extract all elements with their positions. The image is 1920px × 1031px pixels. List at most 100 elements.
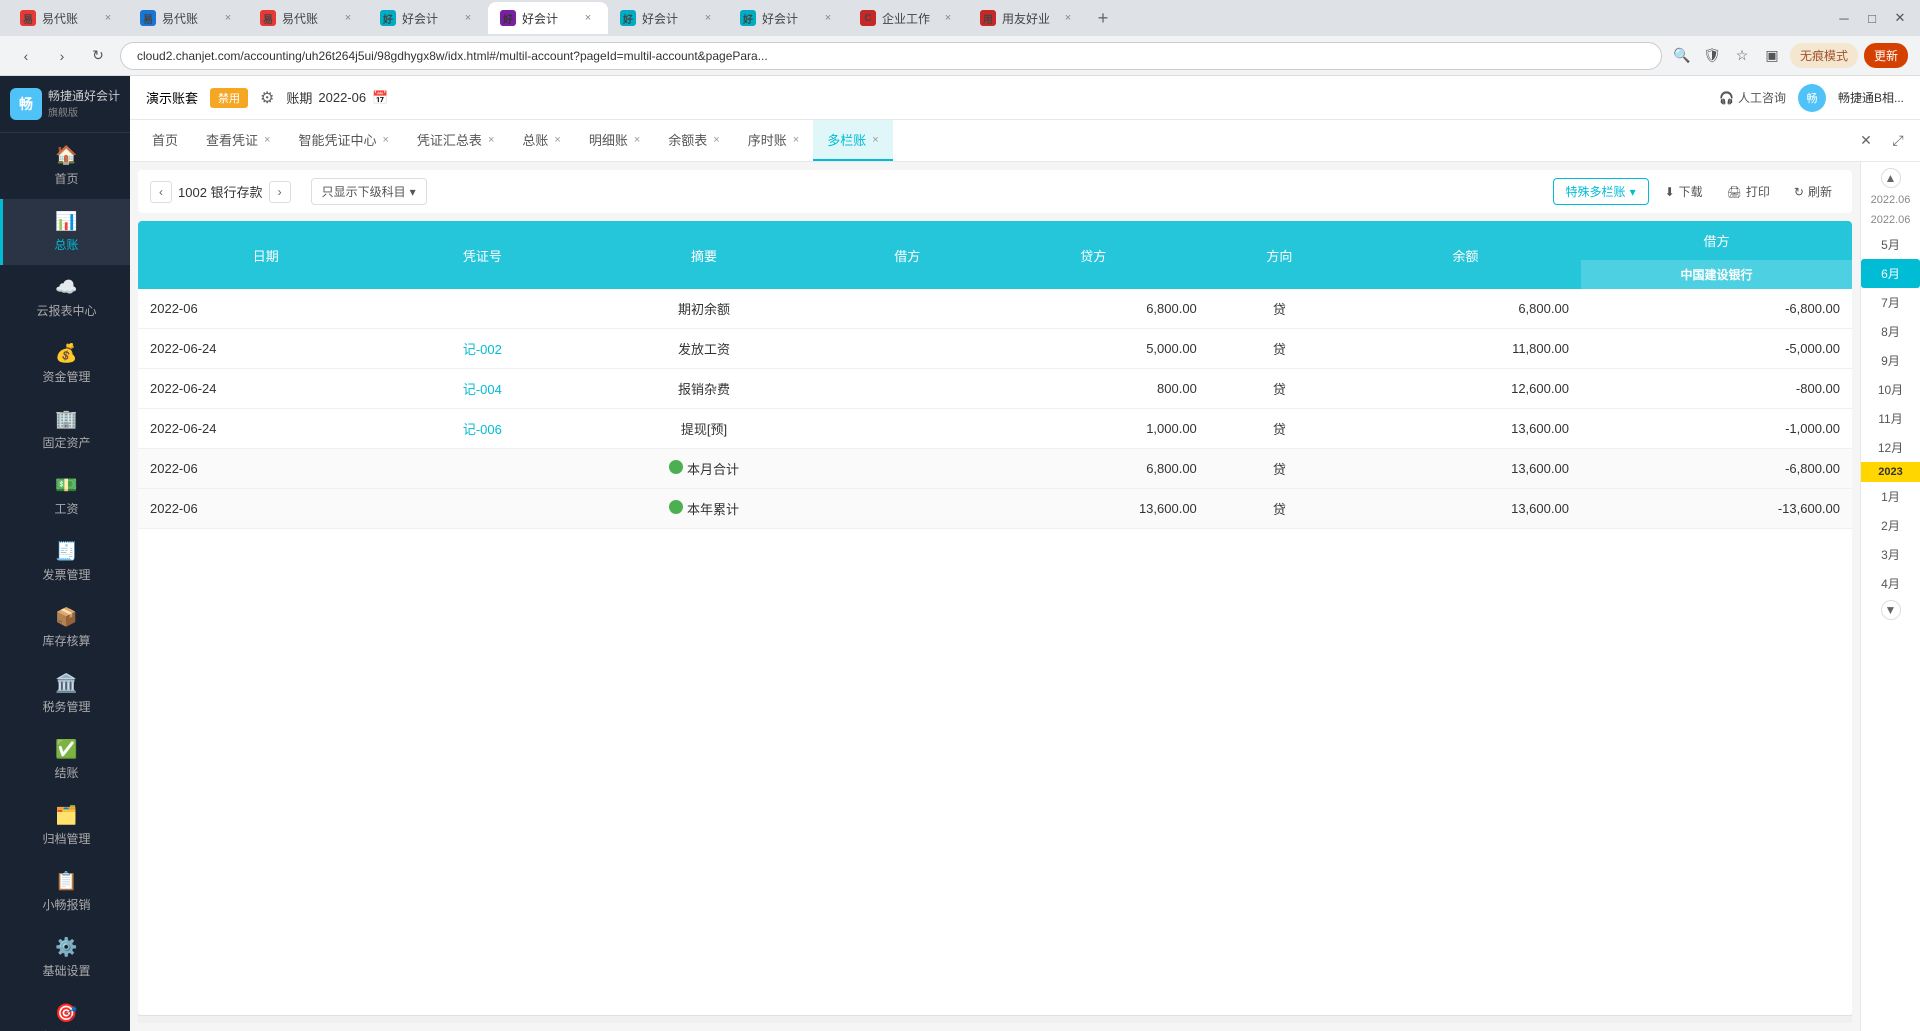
sidebar-item-guide[interactable]: 🎯 新手引导 xyxy=(0,991,130,1031)
calendar-icon[interactable]: 📅 xyxy=(372,90,388,106)
topbar-settings-icon[interactable]: ⚙ xyxy=(260,88,274,108)
row-summary: 本月合计 xyxy=(571,449,836,489)
tab-balance[interactable]: 余额表 × xyxy=(654,120,733,161)
tab-journal[interactable]: 序时账 × xyxy=(734,120,813,161)
update-button[interactable]: 更新 xyxy=(1864,43,1908,68)
tab-multi-column-close[interactable]: × xyxy=(872,134,878,146)
tab-smart-voucher-close[interactable]: × xyxy=(382,134,388,146)
sidebar-item-invoice[interactable]: 🧾 发票管理 xyxy=(0,529,130,595)
tab-home[interactable]: 首页 xyxy=(138,120,192,161)
cal-month-september[interactable]: 9月 xyxy=(1861,346,1920,375)
expand-panel-button[interactable]: ⤢ xyxy=(1884,127,1912,155)
tab-detail-ledger-close[interactable]: × xyxy=(634,134,640,146)
tab-8-close[interactable]: × xyxy=(940,10,956,26)
close-panel-button[interactable]: ✕ xyxy=(1852,127,1880,155)
tab-1[interactable]: 易 易代账 × xyxy=(8,2,128,34)
sidebar-item-expense[interactable]: 📋 小畅报销 xyxy=(0,859,130,925)
wuhen-mode-button[interactable]: 无痕模式 xyxy=(1790,43,1858,68)
tab-7[interactable]: 好 好会计 × xyxy=(728,2,848,34)
cal-month-november[interactable]: 11月 xyxy=(1861,404,1920,433)
sidebar-toggle-icon[interactable]: ▣ xyxy=(1760,44,1784,68)
sidebar-item-archive[interactable]: 🗂️ 归档管理 xyxy=(0,793,130,859)
cal-year-2023[interactable]: 2023 xyxy=(1861,462,1920,482)
bottom-scrollbar[interactable] xyxy=(138,1015,1852,1023)
download-icon: ⬇ xyxy=(1665,185,1675,199)
sidebar-item-payroll[interactable]: 💵 工资 xyxy=(0,463,130,529)
cal-month-jan[interactable]: 1月 xyxy=(1861,482,1920,511)
voucher-link[interactable]: 记-004 xyxy=(463,382,502,397)
cal-month-august[interactable]: 8月 xyxy=(1861,317,1920,346)
cal-month-june[interactable]: 6月 xyxy=(1861,259,1920,288)
tab-voucher-summary-close[interactable]: × xyxy=(488,134,494,146)
back-button[interactable]: ‹ xyxy=(12,42,40,70)
tab-6-close[interactable]: × xyxy=(700,10,716,26)
row-direction: 贷 xyxy=(1209,369,1350,409)
home-icon: 🏠 xyxy=(55,145,77,166)
consult-button[interactable]: 🎧 人工咨询 xyxy=(1719,89,1786,106)
download-button[interactable]: ⬇ 下载 xyxy=(1657,179,1711,204)
voucher-link[interactable]: 记-006 xyxy=(463,422,502,437)
sidebar-item-home[interactable]: 🏠 首页 xyxy=(0,133,130,199)
search-icon[interactable]: 🔍 xyxy=(1670,44,1694,68)
sidebar-item-inventory[interactable]: 📦 库存核算 xyxy=(0,595,130,661)
sidebar-item-funds[interactable]: 💰 资金管理 xyxy=(0,331,130,397)
cal-month-july[interactable]: 7月 xyxy=(1861,288,1920,317)
cal-month-mar[interactable]: 3月 xyxy=(1861,540,1920,569)
tab-balance-close[interactable]: × xyxy=(713,134,719,146)
star-icon[interactable]: ☆ xyxy=(1730,44,1754,68)
tab-2-close[interactable]: × xyxy=(220,10,236,26)
voucher-link[interactable]: 记-002 xyxy=(463,342,502,357)
sidebar-item-close[interactable]: ✅ 结账 xyxy=(0,727,130,793)
tab-voucher-summary[interactable]: 凭证汇总表 × xyxy=(403,120,508,161)
maximize-button[interactable]: □ xyxy=(1860,6,1884,30)
prev-account-button[interactable]: ‹ xyxy=(150,181,172,203)
refresh-button[interactable]: ↻ xyxy=(84,42,112,70)
tab-4-close[interactable]: × xyxy=(460,10,476,26)
cal-month-apr[interactable]: 4月 xyxy=(1861,569,1920,598)
sidebar-item-assets[interactable]: 🏢 固定资产 xyxy=(0,397,130,463)
sidebar-item-ledger[interactable]: 📊 总账 xyxy=(0,199,130,265)
tab-2[interactable]: 易 易代账 × xyxy=(128,2,248,34)
tab-general-ledger[interactable]: 总账 × xyxy=(508,120,574,161)
print-button[interactable]: 🖨 打印 xyxy=(1719,179,1778,204)
sidebar-item-settings[interactable]: ⚙️ 基础设置 xyxy=(0,925,130,991)
calendar-up-button[interactable]: ▲ xyxy=(1881,168,1901,188)
refresh-btn[interactable]: ↻ 刷新 xyxy=(1786,179,1840,204)
tab-general-ledger-close[interactable]: × xyxy=(554,134,560,146)
payroll-icon: 💵 xyxy=(55,475,77,496)
sidebar-item-tax[interactable]: 🏛️ 税务管理 xyxy=(0,661,130,727)
calendar-down-button[interactable]: ▼ xyxy=(1881,600,1901,620)
address-input[interactable]: cloud2.chanjet.com/accounting/uh26t264j5… xyxy=(120,42,1662,70)
add-tab-button[interactable]: + xyxy=(1088,3,1118,33)
close-button[interactable]: ✕ xyxy=(1888,6,1912,30)
tab-5-close[interactable]: × xyxy=(580,10,596,26)
forward-button[interactable]: › xyxy=(48,42,76,70)
tab-1-close[interactable]: × xyxy=(100,10,116,26)
tab-5[interactable]: 好 好会计 × xyxy=(488,2,608,34)
filter-select[interactable]: 只显示下级科目 ▾ xyxy=(311,178,427,205)
tab-detail-ledger[interactable]: 明细账 × xyxy=(575,120,654,161)
cal-month-feb[interactable]: 2月 xyxy=(1861,511,1920,540)
cal-month-december[interactable]: 12月 xyxy=(1861,433,1920,462)
tab-6[interactable]: 好 好会计 × xyxy=(608,2,728,34)
tab-4[interactable]: 好 好会计 × xyxy=(368,2,488,34)
cal-month-october[interactable]: 10月 xyxy=(1861,375,1920,404)
tab-view-voucher-close[interactable]: × xyxy=(264,134,270,146)
tab-multi-column[interactable]: 多栏账 × xyxy=(813,120,892,161)
right-calendar: ▲ 2022.06 2022.06 5月 6月 7月 8月 9月 10月 11月… xyxy=(1860,162,1920,1031)
tab-9-close[interactable]: × xyxy=(1060,10,1076,26)
tab-9[interactable]: 用 用友好业 × xyxy=(968,2,1088,34)
minimize-button[interactable]: ─ xyxy=(1832,6,1856,30)
special-multi-column-button[interactable]: 特殊多栏账 ▾ xyxy=(1553,178,1649,205)
tab-journal-close[interactable]: × xyxy=(793,134,799,146)
tab-smart-voucher[interactable]: 智能凭证中心 × xyxy=(284,120,402,161)
cal-month-may[interactable]: 5月 xyxy=(1861,230,1920,259)
sidebar-item-reports[interactable]: ☁️ 云报表中心 xyxy=(0,265,130,331)
tab-view-voucher[interactable]: 查看凭证 × xyxy=(192,120,284,161)
tab-7-close[interactable]: × xyxy=(820,10,836,26)
tab-3-close[interactable]: × xyxy=(340,10,356,26)
shield-icon[interactable]: 🛡 xyxy=(1700,44,1724,68)
tab-3[interactable]: 易 易代账 × xyxy=(248,2,368,34)
tab-8[interactable]: C 企业工作 × xyxy=(848,2,968,34)
next-account-button[interactable]: › xyxy=(269,181,291,203)
